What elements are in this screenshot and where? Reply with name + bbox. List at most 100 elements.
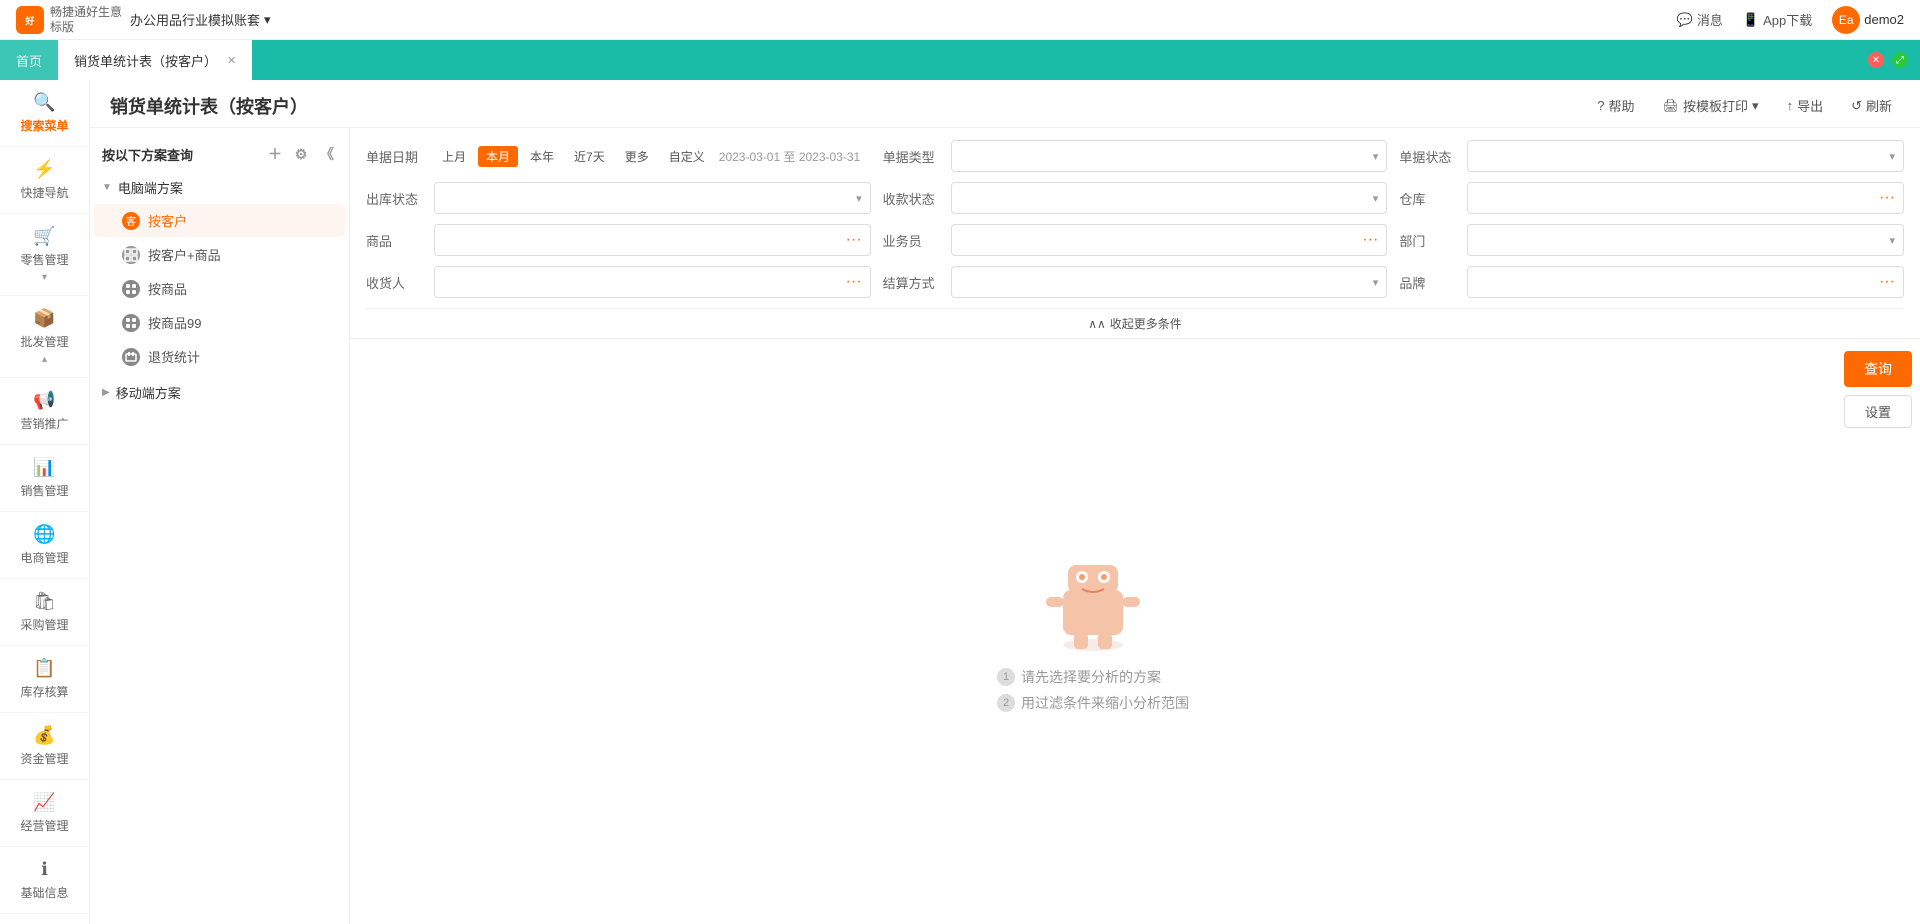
collapse-scheme-button[interactable]: 《	[317, 144, 337, 164]
filter-scheme-area: 按以下方案查询 ＋ ⚙ 《 ▼ 电脑端方案	[90, 128, 1920, 924]
sidebar-item-purchase[interactable]: 🛍 采购管理	[0, 579, 89, 646]
add-scheme-button[interactable]: ＋	[265, 144, 285, 164]
message-button[interactable]: 💬 消息	[1677, 10, 1723, 29]
sidebar-item-wholesale[interactable]: 📦 批发管理 ▴	[0, 296, 89, 378]
scheme-group-desktop: ▼ 电脑端方案 客 按客户 按客户+商品	[90, 172, 349, 373]
sales-icon: 📊	[33, 457, 55, 478]
recipient-select[interactable]: ···	[434, 266, 871, 298]
tab-sales-stat[interactable]: 销货单统计表（按客户） ✕	[58, 40, 252, 80]
user-profile[interactable]: Ea demo2	[1832, 6, 1904, 34]
chevron-down-icon-retail: ▾	[42, 272, 47, 283]
salesperson-select[interactable]: ···	[951, 224, 1388, 256]
sidebar-item-system[interactable]: ⚙ 系统管理	[0, 914, 89, 924]
warehouse-select[interactable]: ···	[1467, 182, 1904, 214]
date-pill-custom[interactable]: 自定义	[661, 146, 713, 167]
sidebar-item-operations[interactable]: 📈 经营管理	[0, 780, 89, 847]
scheme-item-by-customer-product[interactable]: 按客户+商品	[94, 238, 345, 271]
filter-settle-cell: 结算方式 ▾	[883, 266, 1388, 298]
date-pill-7days[interactable]: 近7天	[566, 146, 613, 167]
order-type-arrow-icon: ▾	[1373, 150, 1379, 163]
warehouse-dots-icon[interactable]: ···	[1879, 189, 1895, 207]
filter-out-status-cell: 出库状态 ▾	[366, 182, 871, 214]
product-select[interactable]: ···	[434, 224, 871, 256]
order-status-arrow-icon: ▾	[1889, 150, 1895, 163]
sidebar-item-marketing[interactable]: 📢 营销推广	[0, 378, 89, 445]
app-selector[interactable]: 办公用品行业模拟账套 ▾	[130, 10, 271, 29]
scheme-item-by-product-99[interactable]: 按商品99	[94, 306, 345, 339]
app-download-button[interactable]: 📱 App下载	[1743, 10, 1812, 29]
by-product-99-icon	[122, 314, 140, 332]
scheme-group-desktop-header[interactable]: ▼ 电脑端方案	[90, 172, 349, 203]
sidebar-item-search-menu[interactable]: 🔍 搜索菜单	[0, 80, 89, 147]
toggle-icon-desktop: ▼	[102, 182, 112, 193]
ecommerce-icon: 🌐	[33, 524, 55, 545]
brand-dots-icon[interactable]: ···	[1879, 273, 1895, 291]
return-stat-icon	[122, 348, 140, 366]
sidebar: 🔍 搜索菜单 ⚡ 快捷导航 🛒 零售管理 ▾ 📦 批发管理 ▴ 📢 营销推广	[0, 80, 90, 924]
sidebar-item-retail[interactable]: 🛒 零售管理 ▾	[0, 214, 89, 296]
order-status-select[interactable]: ▾	[1467, 140, 1904, 172]
filter-payment-status-cell: 收款状态 ▾	[883, 182, 1388, 214]
order-type-label: 单据类型	[883, 147, 943, 166]
settle-select[interactable]: ▾	[951, 266, 1388, 298]
date-pill-this-year[interactable]: 本年	[522, 146, 562, 167]
date-pill-last-month[interactable]: 上月	[434, 146, 474, 167]
page-title: 销货单统计表（按客户）	[110, 93, 308, 119]
brand-select[interactable]: ···	[1467, 266, 1904, 298]
top-header: 好 畅捷通好生意 标版 办公用品行业模拟账套 ▾ 💬 消息 📱 App下载	[0, 0, 1920, 40]
settings-button[interactable]: 设置	[1844, 395, 1912, 428]
product-dots-icon[interactable]: ···	[846, 231, 862, 249]
sidebar-item-sales[interactable]: 📊 销售管理	[0, 445, 89, 512]
tab-close-icon[interactable]: ✕	[227, 54, 236, 67]
query-button[interactable]: 查询	[1844, 351, 1912, 387]
payment-status-select[interactable]: ▾	[951, 182, 1388, 214]
help-icon: ?	[1597, 98, 1604, 113]
print-chevron-icon: ▾	[1752, 98, 1759, 114]
window-close-button[interactable]: ✕	[1868, 52, 1884, 68]
warehouse-label: 仓库	[1399, 189, 1459, 208]
filter-order-type-cell: 单据类型 ▾	[883, 140, 1388, 172]
empty-state: 1 请先选择要分析的方案 2 用过滤条件来缩小分析范围	[350, 339, 1836, 924]
scheme-item-return-stat[interactable]: 退货统计	[94, 340, 345, 373]
order-type-select[interactable]: ▾	[951, 140, 1388, 172]
out-status-label: 出库状态	[366, 189, 426, 208]
help-button[interactable]: ? 帮助	[1589, 92, 1642, 119]
payment-status-arrow-icon: ▾	[1373, 192, 1379, 205]
sidebar-item-inventory[interactable]: 📋 库存核算	[0, 646, 89, 713]
date-pill-more[interactable]: 更多	[617, 146, 657, 167]
scheme-item-by-customer[interactable]: 客 按客户	[94, 204, 345, 237]
date-pills: 上月 本月 本年 近7天 更多 自定义	[434, 146, 713, 167]
scheme-header-actions: ＋ ⚙ 《	[265, 144, 337, 164]
recipient-label: 收货人	[366, 273, 426, 292]
empty-hint-2: 2 用过滤条件来缩小分析范围	[997, 693, 1189, 713]
filter-container: 单据日期 上月 本月 本年 近7天 更多 自定义	[350, 128, 1920, 339]
date-pill-this-month[interactable]: 本月	[478, 146, 518, 167]
sidebar-item-basic-info[interactable]: ℹ 基础信息	[0, 847, 89, 914]
collapse-bar[interactable]: ∧∧ 收起更多条件	[366, 308, 1904, 338]
scheme-group-mobile-header[interactable]: ▶ 移动端方案	[90, 377, 349, 408]
chevron-down-icon: ▾	[264, 12, 271, 28]
filter-buttons: 查询 设置	[1836, 339, 1920, 924]
filter-warehouse-cell: 仓库 ···	[1399, 182, 1904, 214]
date-filter-wrap: 上月 本月 本年 近7天 更多 自定义 2023-03-01 至 2023-03…	[434, 140, 871, 172]
out-status-select[interactable]: ▾	[434, 182, 871, 214]
window-expand-button[interactable]: ⤢	[1892, 52, 1908, 68]
home-tab-label: 首页	[16, 51, 42, 70]
sidebar-item-quick-nav[interactable]: ⚡ 快捷导航	[0, 147, 89, 214]
hint-1-num: 1	[997, 668, 1015, 686]
filter-dept-cell: 部门 ▾	[1399, 224, 1904, 256]
settings-scheme-button[interactable]: ⚙	[291, 144, 311, 164]
salesperson-label: 业务员	[883, 231, 943, 250]
export-button[interactable]: ↑ 导出	[1779, 92, 1832, 119]
dept-select[interactable]: ▾	[1467, 224, 1904, 256]
tab-bar: 首页 销货单统计表（按客户） ✕ ✕ ⤢	[0, 40, 1920, 80]
scheme-item-by-product[interactable]: 按商品	[94, 272, 345, 305]
logo-icon: 好	[16, 6, 44, 34]
refresh-button[interactable]: ↺ 刷新	[1843, 92, 1900, 119]
template-print-button[interactable]: 🖨 按模板打印 ▾	[1655, 92, 1767, 119]
recipient-dots-icon[interactable]: ···	[846, 273, 862, 291]
sidebar-item-finance[interactable]: 💰 资金管理	[0, 713, 89, 780]
tab-home[interactable]: 首页	[0, 40, 58, 80]
sidebar-item-ecommerce[interactable]: 🌐 电商管理	[0, 512, 89, 579]
salesperson-dots-icon[interactable]: ···	[1362, 231, 1378, 249]
